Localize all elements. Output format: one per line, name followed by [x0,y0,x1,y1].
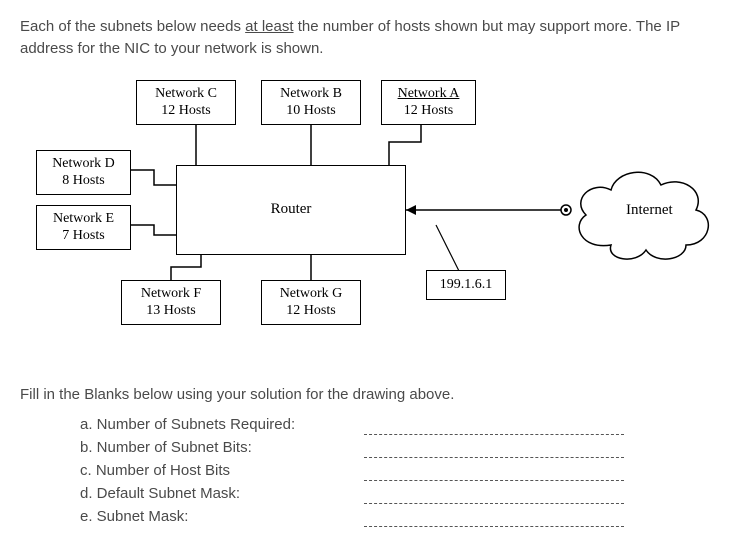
network-g-box: Network G 12 Hosts [261,280,361,325]
network-a-hosts: 12 Hosts [388,102,469,120]
network-g-name: Network G [268,285,354,303]
answer-e-blank[interactable] [364,513,624,527]
network-b-box: Network B 10 Hosts [261,80,361,125]
network-f-hosts: 13 Hosts [128,302,214,320]
network-c-box: Network C 12 Hosts [136,80,236,125]
network-f-name: Network F [128,285,214,303]
question-a-row: a. Number of Subnets Required: [80,413,732,435]
answer-d-blank[interactable] [364,490,624,504]
network-f-box: Network F 13 Hosts [121,280,221,325]
fill-in-intro: Fill in the Blanks below using your solu… [20,384,732,406]
network-d-name: Network D [43,155,124,173]
answer-b-blank[interactable] [364,444,624,458]
network-g-hosts: 12 Hosts [268,302,354,320]
question-b-label: b. Number of Subnet Bits: [80,437,340,459]
ip-address-label: 199.1.6.1 [440,277,493,292]
question-list: a. Number of Subnets Required: b. Number… [80,413,732,527]
network-e-name: Network E [43,210,124,228]
ip-address-box: 199.1.6.1 [426,270,506,300]
network-b-hosts: 10 Hosts [268,102,354,120]
question-e-row: e. Subnet Mask: [80,505,732,527]
intro-part1: Each of the subnets below needs [20,18,245,35]
question-d-label: d. Default Subnet Mask: [80,483,340,505]
question-b-row: b. Number of Subnet Bits: [80,436,732,458]
question-a-label: a. Number of Subnets Required: [80,414,340,436]
question-c-label: c. Number of Host Bits [80,460,340,482]
answer-c-blank[interactable] [364,467,624,481]
network-c-name: Network C [143,85,229,103]
network-diagram: Router Network C 12 Hosts Network B 10 H… [26,70,726,370]
network-d-hosts: 8 Hosts [43,172,124,190]
router-box: Router [176,165,406,255]
intro-text: Each of the subnets below needs at least… [20,16,732,60]
network-a-box: Network A 12 Hosts [381,80,476,125]
router-label: Router [271,199,312,221]
network-e-hosts: 7 Hosts [43,227,124,245]
network-a-name: Network A [388,85,469,103]
question-c-row: c. Number of Host Bits [80,459,732,481]
question-d-row: d. Default Subnet Mask: [80,482,732,504]
network-e-box: Network E 7 Hosts [36,205,131,250]
network-d-box: Network D 8 Hosts [36,150,131,195]
question-e-label: e. Subnet Mask: [80,506,340,528]
intro-underlined: at least [245,18,293,35]
answer-a-blank[interactable] [364,421,624,435]
network-b-name: Network B [268,85,354,103]
internet-label: Internet [626,200,673,222]
network-c-hosts: 12 Hosts [143,102,229,120]
